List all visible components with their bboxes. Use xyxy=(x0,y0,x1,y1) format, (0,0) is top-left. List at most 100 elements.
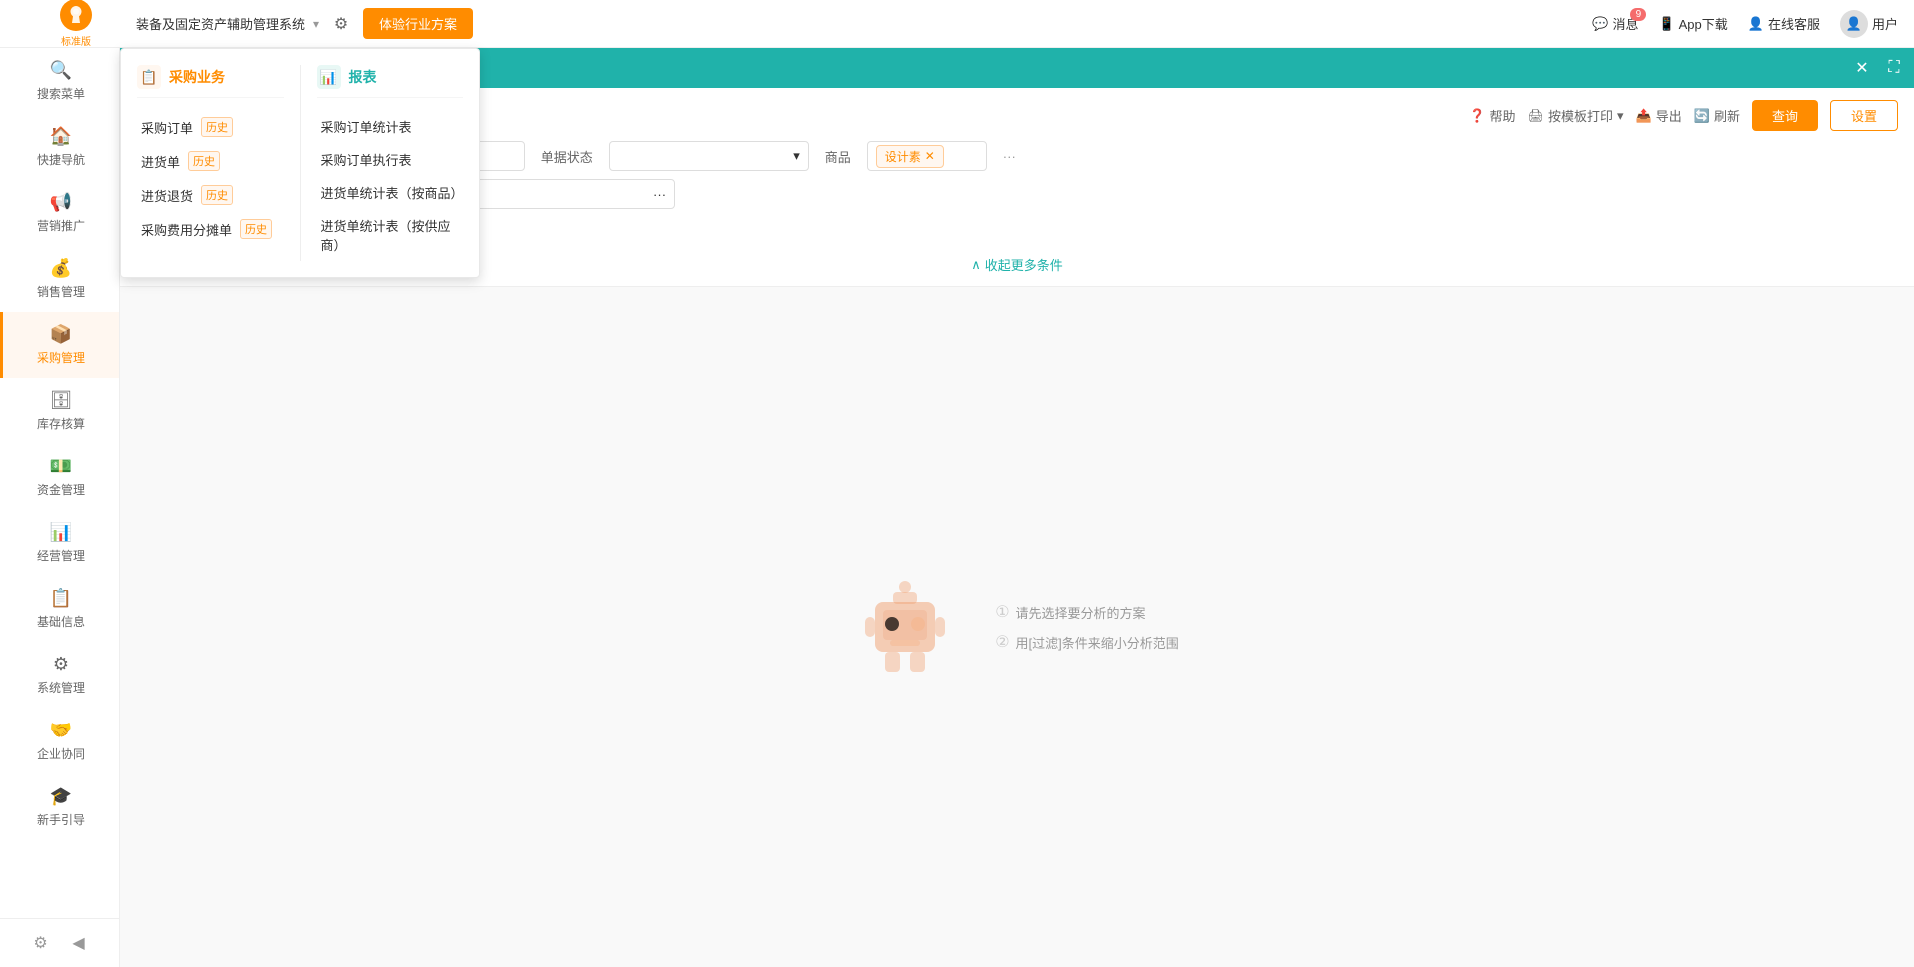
logo-area: 标准版 xyxy=(16,0,136,48)
query-btn[interactable]: 查询 xyxy=(1752,100,1818,131)
sidebar-item-search[interactable]: 🔍 搜索菜单 xyxy=(0,48,119,114)
history-badge-2: 历史 xyxy=(201,185,233,205)
sidebar-item-marketing[interactable]: 📢 营销推广 xyxy=(0,180,119,246)
export-btn[interactable]: 📤 导出 xyxy=(1636,106,1682,125)
tab-expand-btn[interactable]: ⛶ xyxy=(1882,56,1906,80)
sidebar-label-inventory: 库存核算 xyxy=(37,415,85,432)
goods-label: 商品 xyxy=(825,147,851,166)
sidebar-label-finance: 资金管理 xyxy=(37,481,85,498)
dropdown-item-purchase-order[interactable]: 采购订单 历史 xyxy=(137,110,284,144)
sidebar-label-guide: 新手引导 xyxy=(37,811,85,828)
doc-status-select[interactable]: ▾ xyxy=(609,141,809,171)
purchase-header-icon: 📋 xyxy=(140,69,157,86)
empty-hint-area: ① 请先选择要分析的方案 ② 用[过滤]条件来缩小分析范围 xyxy=(995,602,1179,652)
hint-2: ② 用[过滤]条件来缩小分析范围 xyxy=(995,632,1179,652)
service-icon: 👤 xyxy=(1748,16,1764,32)
sidebar-item-finance[interactable]: 💵 资金管理 xyxy=(0,444,119,510)
logo-subtitle: 标准版 xyxy=(61,33,91,48)
phone-icon: 📱 xyxy=(1658,16,1674,32)
reports-header-icon-box: 📊 xyxy=(317,65,341,89)
inventory-icon: 🗄 xyxy=(50,390,73,411)
goods-tag: 设计素 ✕ xyxy=(876,145,944,168)
salesperson-arrow-icon: ··· xyxy=(653,187,666,202)
tab-right-btns: ✕ ⛶ xyxy=(1850,56,1906,80)
purchase-icon: 📦 xyxy=(50,324,72,345)
sidebar-label-sales: 销售管理 xyxy=(37,283,85,300)
marketing-icon: 📢 xyxy=(50,192,72,213)
dropdown-item-report-1[interactable]: 采购订单统计表 xyxy=(317,110,464,143)
content-body: ① 请先选择要分析的方案 ② 用[过滤]条件来缩小分析范围 xyxy=(120,287,1914,967)
purchase-dropdown-menu: 📋 采购业务 采购订单 历史 进货单 历史 进货退货 历史 采购费用分摊 xyxy=(120,48,480,278)
sidebar-item-enterprise[interactable]: 🤝 企业协同 xyxy=(0,708,119,774)
sidebar-label-enterprise: 企业协同 xyxy=(37,745,85,762)
doc-status-label: 单据状态 xyxy=(541,147,593,166)
history-badge-3: 历史 xyxy=(240,219,272,239)
sidebar: 🔍 搜索菜单 🏠 快捷导航 📢 营销推广 💰 销售管理 📦 采购管理 🗄 库存核… xyxy=(0,48,120,967)
doc-status-arrow: ▾ xyxy=(793,148,800,164)
sidebar-item-purchase[interactable]: 📦 采购管理 xyxy=(0,312,119,378)
reports-col: 📊 报表 采购订单统计表 采购订单执行表 进货单统计表（按商品） 进货单统计表（… xyxy=(317,65,464,261)
settings-bottom-btn[interactable]: ⚙ xyxy=(27,929,55,957)
salesperson-select[interactable]: ··· xyxy=(475,179,675,209)
top-header: 标准版 装备及固定资产辅助管理系统 ▾ ⚙ 体验行业方案 💬 消息 9 📱 Ap… xyxy=(0,0,1914,48)
dropdown-divider xyxy=(300,65,301,261)
home-icon: 🏠 xyxy=(50,126,72,147)
history-badge-0: 历史 xyxy=(201,117,233,137)
system-title: 装备及固定资产辅助管理系统 xyxy=(136,14,305,33)
message-badge: 9 xyxy=(1630,8,1646,21)
goods-select[interactable]: 设计素 ✕ xyxy=(867,141,987,171)
purchase-header-icon-box: 📋 xyxy=(137,65,161,89)
sidebar-item-sales[interactable]: 💰 销售管理 xyxy=(0,246,119,312)
goods-more-icon[interactable]: ··· xyxy=(1003,149,1016,164)
dropdown-item-stock-in[interactable]: 进货单 历史 xyxy=(137,144,284,178)
print-arrow-icon: ▾ xyxy=(1617,108,1624,124)
system-icon: ⚙ xyxy=(53,654,69,675)
hint-1: ① 请先选择要分析的方案 xyxy=(995,602,1145,622)
sidebar-label-basic: 基础信息 xyxy=(37,613,85,630)
help-btn[interactable]: ❓ 帮助 xyxy=(1469,106,1515,125)
dropdown-item-purchase-fee[interactable]: 采购费用分摊单 历史 xyxy=(137,212,284,246)
dropdown-item-stock-return[interactable]: 进货退货 历史 xyxy=(137,178,284,212)
operation-icon: 📊 xyxy=(50,522,72,543)
user-btn[interactable]: 👤 用户 xyxy=(1840,10,1898,38)
user-avatar: 👤 xyxy=(1840,10,1868,38)
tab-close-btn[interactable]: ✕ xyxy=(1850,56,1874,80)
sales-icon: 💰 xyxy=(50,258,72,279)
set-btn[interactable]: 设置 xyxy=(1830,100,1898,131)
history-badge-1: 历史 xyxy=(188,151,220,171)
industry-btn[interactable]: 体验行业方案 xyxy=(363,8,473,39)
sidebar-label-operation: 经营管理 xyxy=(37,547,85,564)
system-dropdown-arrow[interactable]: ▾ xyxy=(313,17,319,31)
sidebar-label-quick-nav: 快捷导航 xyxy=(37,151,85,168)
message-btn[interactable]: 💬 消息 9 xyxy=(1592,14,1638,33)
refresh-btn[interactable]: 🔄 刷新 xyxy=(1694,106,1740,125)
dropdown-item-report-4[interactable]: 进货单统计表（按供应商） xyxy=(317,209,464,261)
app-download-btn[interactable]: 📱 App下载 xyxy=(1658,14,1727,33)
enterprise-icon: 🤝 xyxy=(50,720,72,741)
collapse-sidebar-btn[interactable]: ◀ xyxy=(65,929,93,957)
print-btn[interactable]: 🖨 按模板打印 ▾ xyxy=(1528,106,1624,125)
dropdown-item-report-2[interactable]: 采购订单执行表 xyxy=(317,143,464,176)
basic-icon: 📋 xyxy=(50,588,72,609)
reports-header-icon: 📊 xyxy=(320,69,337,86)
sidebar-item-system[interactable]: ⚙ 系统管理 xyxy=(0,642,119,708)
sidebar-item-operation[interactable]: 📊 经营管理 xyxy=(0,510,119,576)
empty-robot-icon xyxy=(855,572,955,682)
sidebar-item-quick-nav[interactable]: 🏠 快捷导航 xyxy=(0,114,119,180)
sidebar-label-marketing: 营销推广 xyxy=(37,217,85,234)
sidebar-label-purchase: 采购管理 xyxy=(37,349,85,366)
purchase-col-header: 📋 采购业务 xyxy=(137,65,284,98)
reports-col-header: 📊 报表 xyxy=(317,65,464,98)
system-settings-icon[interactable]: ⚙ xyxy=(327,10,355,38)
online-service-btn[interactable]: 👤 在线客服 xyxy=(1748,14,1820,33)
sidebar-label-system: 系统管理 xyxy=(37,679,85,696)
header-right: 💬 消息 9 📱 App下载 👤 在线客服 👤 用户 xyxy=(1592,10,1898,38)
sidebar-item-basic[interactable]: 📋 基础信息 xyxy=(0,576,119,642)
goods-tag-close[interactable]: ✕ xyxy=(925,149,935,163)
sidebar-item-guide[interactable]: 🎓 新手引导 xyxy=(0,774,119,840)
logo-icon xyxy=(60,0,92,31)
dropdown-item-report-3[interactable]: 进货单统计表（按商品） xyxy=(317,176,464,209)
search-icon: 🔍 xyxy=(50,60,72,81)
collapse-up-icon: ∧ xyxy=(971,257,981,273)
sidebar-item-inventory[interactable]: 🗄 库存核算 xyxy=(0,378,119,444)
